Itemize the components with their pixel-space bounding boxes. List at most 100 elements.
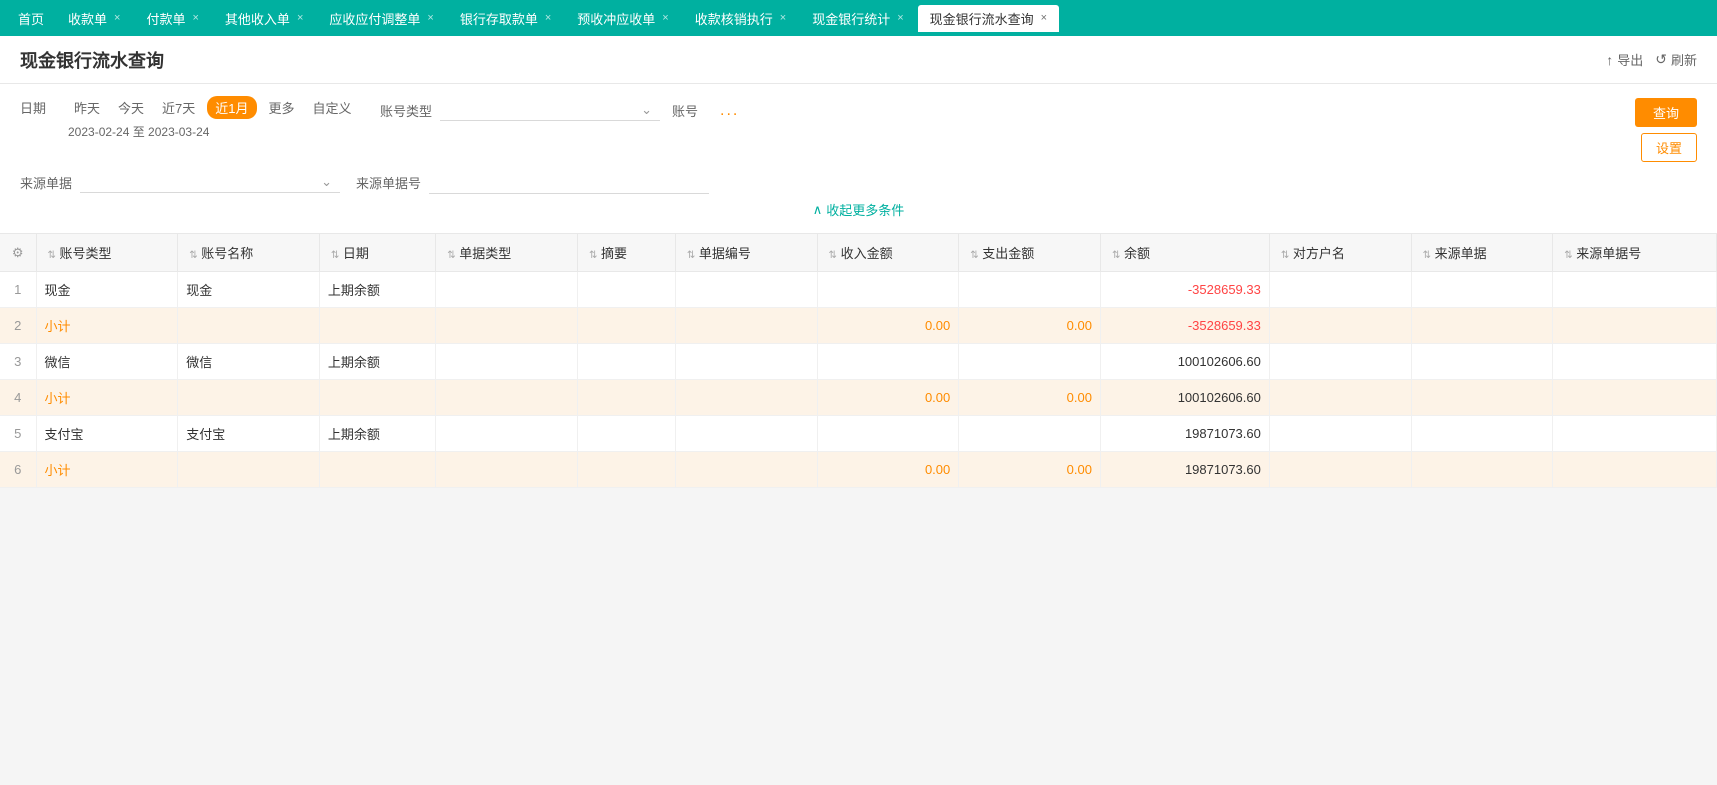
close-icon[interactable]: ×: [662, 12, 668, 24]
cell-doc-type: [436, 308, 578, 344]
cell-balance: 19871073.60: [1100, 416, 1269, 452]
cell-account-type: 小计: [36, 380, 178, 416]
filter-buttons: 查询 设置: [1635, 96, 1697, 162]
nav-tab-cash-bank-stats[interactable]: 现金银行统计 ×: [800, 5, 915, 32]
table-row: 2 小计 0.00 0.00 -3528659.33: [0, 308, 1717, 344]
filter-area: 日期 昨天 今天 近7天 近1月 更多 自定义 2023-02-24 至 202…: [0, 84, 1717, 234]
date-1month[interactable]: 近1月: [207, 96, 256, 119]
cell-account-name: [178, 452, 320, 488]
col-income[interactable]: ⇅ 收入金额: [817, 234, 959, 272]
col-summary[interactable]: ⇅ 摘要: [577, 234, 675, 272]
date-more[interactable]: 更多: [263, 96, 301, 119]
table-body: 1 现金 现金 上期余额 -3528659.33 2 小计 0.00 0.00 …: [0, 272, 1717, 488]
nav-tab-bank-deposit[interactable]: 银行存取款单 ×: [448, 5, 563, 32]
cell-date: [319, 380, 435, 416]
cell-source-doc: [1411, 344, 1553, 380]
refresh-icon: ↺: [1655, 51, 1667, 68]
close-icon[interactable]: ×: [780, 12, 786, 24]
nav-tab-other-income[interactable]: 其他收入单 ×: [213, 5, 315, 32]
col-expense[interactable]: ⇅ 支出金额: [959, 234, 1101, 272]
col-account-type[interactable]: ⇅ 账号类型: [36, 234, 178, 272]
cell-doc-type: [436, 416, 578, 452]
col-source-doc-no[interactable]: ⇅ 来源单据号: [1553, 234, 1717, 272]
cell-date: [319, 308, 435, 344]
cell-expense: 0.00: [959, 380, 1101, 416]
cell-doc-no: [675, 272, 817, 308]
source-doc-num-group: 来源单据号: [356, 170, 709, 194]
row-number: 6: [0, 452, 36, 488]
col-counterparty[interactable]: ⇅ 对方户名: [1269, 234, 1411, 272]
collapse-bar[interactable]: ∧ 收起更多条件: [20, 194, 1697, 221]
cell-balance: -3528659.33: [1100, 308, 1269, 344]
close-icon[interactable]: ×: [297, 12, 303, 24]
nav-tab-ar-ap-adjust[interactable]: 应收应付调整单 ×: [317, 5, 445, 32]
settings-button[interactable]: 设置: [1641, 133, 1697, 162]
col-doc-type[interactable]: ⇅ 单据类型: [436, 234, 578, 272]
date-custom[interactable]: 自定义: [307, 96, 358, 119]
table-row: 5 支付宝 支付宝 上期余额 19871073.60: [0, 416, 1717, 452]
source-doc-select[interactable]: ⌄: [80, 172, 340, 193]
col-doc-no[interactable]: ⇅ 单据编号: [675, 234, 817, 272]
date-7days[interactable]: 近7天: [156, 96, 201, 119]
sort-icon: ⇅: [589, 250, 597, 261]
close-icon[interactable]: ×: [545, 12, 551, 24]
col-balance[interactable]: ⇅ 余额: [1100, 234, 1269, 272]
refresh-button[interactable]: ↺ 刷新: [1655, 50, 1697, 69]
row-number: 1: [0, 272, 36, 308]
nav-tab-payments[interactable]: 付款单 ×: [134, 5, 210, 32]
nav-tab-collection-verify[interactable]: 收款核销执行 ×: [683, 5, 798, 32]
close-icon[interactable]: ×: [192, 12, 198, 24]
page-header: 现金银行流水查询 ↑ 导出 ↺ 刷新: [0, 36, 1717, 84]
date-range-display: 2023-02-24 至 2023-03-24: [68, 125, 209, 139]
cell-date: 上期余额: [319, 416, 435, 452]
col-settings: ⚙: [0, 234, 36, 272]
cell-counterparty: [1269, 272, 1411, 308]
col-source-doc[interactable]: ⇅ 来源单据: [1411, 234, 1553, 272]
cell-counterparty: [1269, 308, 1411, 344]
col-account-name[interactable]: ⇅ 账号名称: [178, 234, 320, 272]
nav-tab-cash-bank-flow[interactable]: 现金银行流水查询 ×: [918, 5, 1059, 32]
nav-bar: 首页 收款单 × 付款单 × 其他收入单 × 应收应付调整单 × 银行存取款单 …: [0, 0, 1717, 36]
account-type-label: 账号类型: [380, 101, 432, 120]
close-icon[interactable]: ×: [1041, 12, 1047, 24]
col-date[interactable]: ⇅ 日期: [319, 234, 435, 272]
cell-account-name: [178, 308, 320, 344]
close-icon[interactable]: ×: [427, 12, 433, 24]
account-group: 账号 ...: [672, 101, 739, 120]
cell-source-doc: [1411, 272, 1553, 308]
close-icon[interactable]: ×: [897, 12, 903, 24]
date-today[interactable]: 今天: [112, 96, 150, 119]
cell-source-doc: [1411, 452, 1553, 488]
nav-tab-receipts[interactable]: 收款单 ×: [56, 5, 132, 32]
date-yesterday[interactable]: 昨天: [68, 96, 106, 119]
row-number: 4: [0, 380, 36, 416]
collapse-arrow-icon: ∧: [813, 202, 823, 218]
cell-account-type: 现金: [36, 272, 178, 308]
gear-icon[interactable]: ⚙: [12, 245, 24, 260]
cell-counterparty: [1269, 416, 1411, 452]
nav-home[interactable]: 首页: [8, 5, 54, 32]
cell-source-doc-no: [1553, 380, 1717, 416]
cell-source-doc-no: [1553, 416, 1717, 452]
row-number: 5: [0, 416, 36, 452]
export-button[interactable]: ↑ 导出: [1606, 50, 1643, 69]
nav-tab-advance-offset[interactable]: 预收冲应收单 ×: [565, 5, 680, 32]
row-number: 3: [0, 344, 36, 380]
cell-income: [817, 416, 959, 452]
query-button[interactable]: 查询: [1635, 98, 1697, 127]
source-doc-num-input[interactable]: [429, 170, 709, 194]
cell-account-name: 现金: [178, 272, 320, 308]
cell-source-doc-no: [1553, 344, 1717, 380]
cell-doc-type: [436, 272, 578, 308]
export-icon: ↑: [1606, 52, 1613, 68]
chevron-down-icon: ⌄: [641, 102, 652, 118]
dots-button[interactable]: ...: [720, 102, 739, 120]
account-type-select[interactable]: ⌄: [440, 100, 660, 121]
cell-date: [319, 452, 435, 488]
cell-doc-type: [436, 380, 578, 416]
cell-expense: [959, 344, 1101, 380]
filter-date-section: 日期 昨天 今天 近7天 近1月 更多 自定义 2023-02-24 至 202…: [20, 96, 360, 140]
cell-income: [817, 344, 959, 380]
cell-counterparty: [1269, 452, 1411, 488]
close-icon[interactable]: ×: [114, 12, 120, 24]
